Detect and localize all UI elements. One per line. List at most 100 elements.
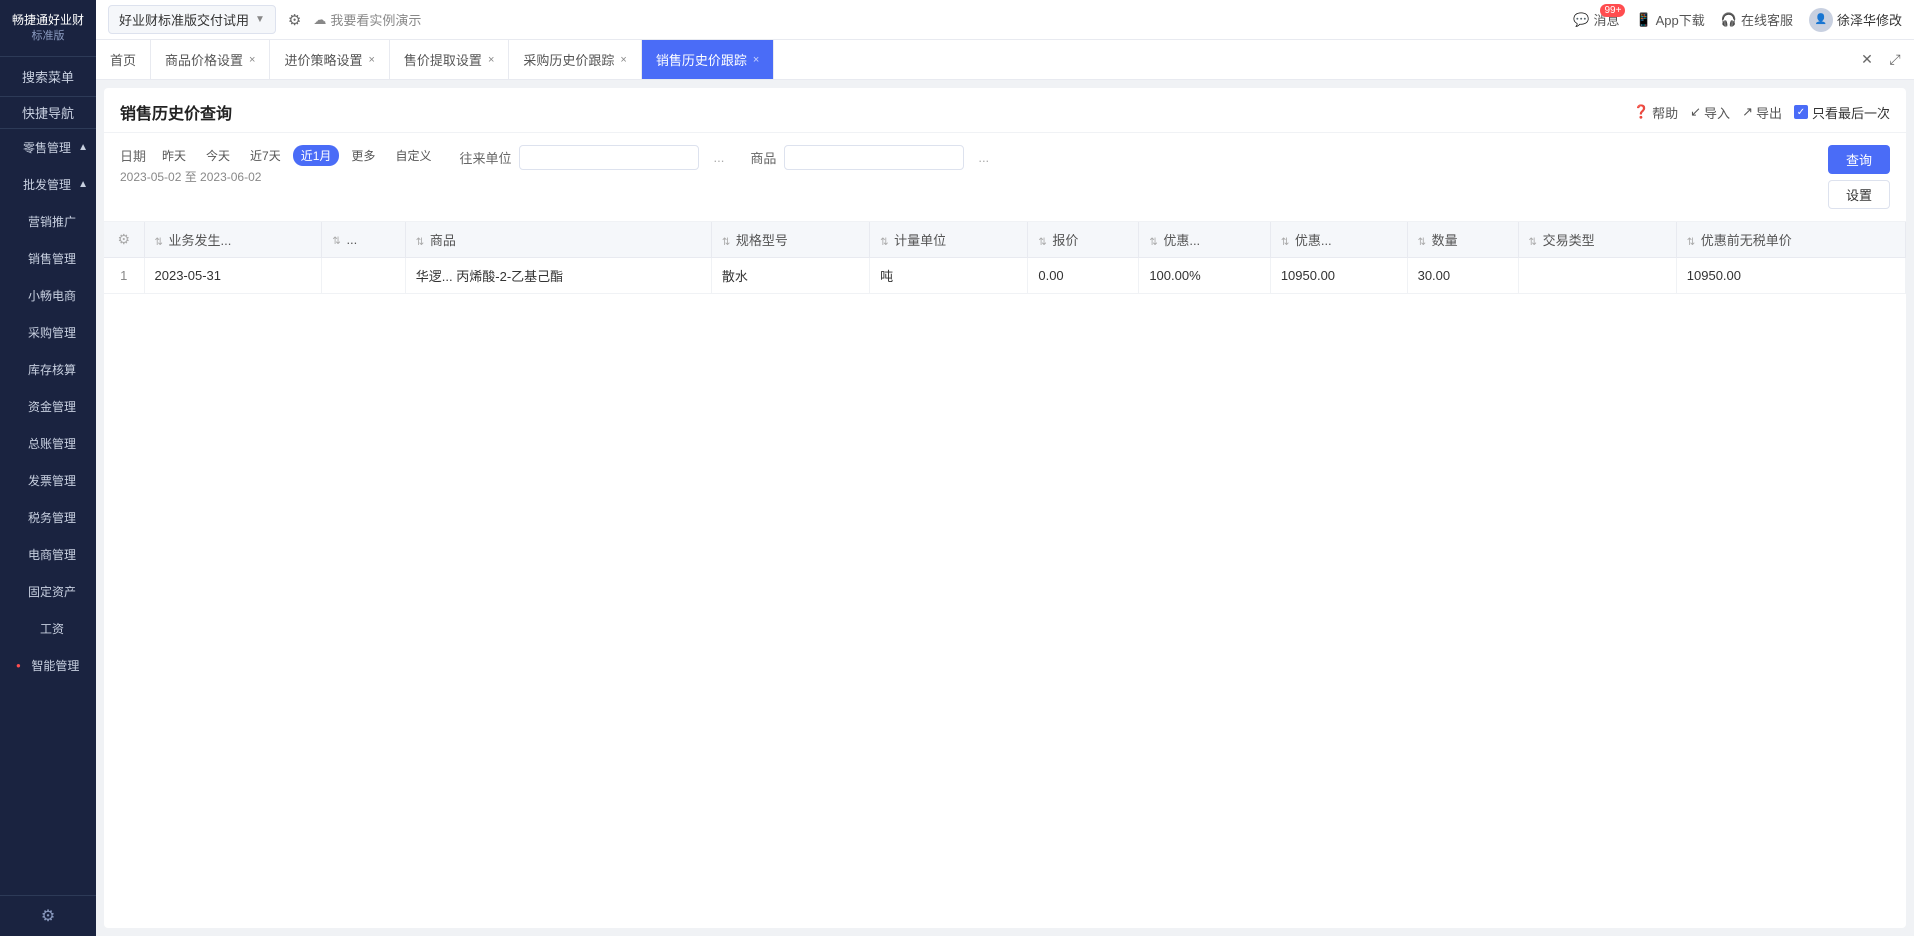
col-spec[interactable]: ⇅ 规格型号 (711, 222, 869, 258)
tab-label: 进价策略设置 (284, 50, 362, 69)
col-discount-amt[interactable]: ⇅ 优惠... (1270, 222, 1407, 258)
help-link[interactable]: ❓ 帮助 (1633, 103, 1678, 122)
sidebar-item-intelligence[interactable]: 智能管理 (0, 647, 96, 684)
sidebar-item-search[interactable]: 搜索菜单 (0, 57, 96, 97)
cell-discount-pct: 100.00% (1139, 258, 1271, 294)
sort-icon: ⇅ (1038, 237, 1046, 248)
sidebar-bottom: ⚙ (0, 895, 96, 936)
sidebar-item-invoice[interactable]: 发票管理 (0, 462, 96, 499)
sidebar-item-finance[interactable]: 资金管理 (0, 388, 96, 425)
cell-trade-type (1518, 258, 1676, 294)
col-trade-type[interactable]: ⇅ 交易类型 (1518, 222, 1676, 258)
demo-label: 我要看实例演示 (330, 10, 421, 29)
col-discount-pct[interactable]: ⇅ 优惠... (1139, 222, 1271, 258)
close-icon[interactable]: × (249, 54, 255, 66)
only-last-checkbox[interactable]: ✓ 只看最后一次 (1794, 103, 1890, 122)
chevron-icon: ▲ (78, 179, 88, 190)
col-price[interactable]: ⇅ 报价 (1028, 222, 1139, 258)
sidebar-item-inventory[interactable]: 库存核算 (0, 351, 96, 388)
message-icon: 💬 (1573, 12, 1589, 28)
date-btn-1month[interactable]: 近1月 (293, 145, 340, 166)
sort-icon: ⇅ (1418, 237, 1426, 248)
date-filter-group: 日期 昨天 今天 近7天 近1月 更多 自定义 2023-05-02 至 202… (120, 145, 439, 185)
col-biz-date[interactable]: ⇅ 业务发生... (144, 222, 322, 258)
export-link[interactable]: ↗ 导出 (1742, 103, 1782, 122)
tab-label: 商品价格设置 (165, 50, 243, 69)
tab-purchase-strategy[interactable]: 进价策略设置 × (270, 40, 389, 79)
messages-button[interactable]: 💬 消息 99+ (1573, 10, 1619, 29)
tab-product-price[interactable]: 商品价格设置 × (151, 40, 270, 79)
product-filter: 商品 ... (750, 145, 995, 170)
dropdown-arrow-icon: ▼ (255, 14, 265, 25)
date-btn-7days[interactable]: 近7天 (242, 145, 289, 166)
close-icon[interactable]: × (488, 54, 494, 66)
filter-actions: 查询 设置 (1828, 145, 1890, 209)
query-button[interactable]: 查询 (1828, 145, 1890, 174)
checkbox-icon: ✓ (1794, 105, 1808, 119)
topbar-settings-icon[interactable]: ⚙ (288, 11, 301, 29)
date-btn-today[interactable]: 今天 (198, 145, 238, 166)
user-menu[interactable]: 👤 徐泽华修改 (1809, 8, 1902, 32)
phone-icon: 📱 (1635, 12, 1651, 28)
tab-home[interactable]: 首页 (96, 40, 151, 79)
cell-spec: 散水 (711, 258, 869, 294)
demo-link[interactable]: ☁ 我要看实例演示 (313, 10, 421, 29)
sidebar-item-tax[interactable]: 税务管理 (0, 499, 96, 536)
close-icon[interactable]: × (753, 54, 759, 66)
sidebar-item-payroll[interactable]: 工资 (0, 610, 96, 647)
col-quantity[interactable]: ⇅ 数量 (1407, 222, 1518, 258)
app-download-button[interactable]: 📱 App下载 (1635, 10, 1704, 29)
module-select-label: 好业财标准版交付试用 (119, 10, 249, 29)
close-icon[interactable]: × (368, 54, 374, 66)
close-window-button[interactable]: ✕ (1856, 49, 1878, 71)
sidebar-item-marketing[interactable]: 营销推广 (0, 203, 96, 240)
sidebar-item-ecommerce[interactable]: 电商管理 (0, 536, 96, 573)
online-service-button[interactable]: 🎧 在线客服 (1721, 10, 1793, 29)
maximize-window-button[interactable]: ⤢ (1884, 49, 1906, 71)
table-row: 1 2023-05-31 华逻... 丙烯酸-2-乙基己酯 散水 吨 0.00 … (104, 258, 1906, 294)
sort-icon: ⇅ (1281, 237, 1289, 248)
col-dots[interactable]: ⇅ ... (322, 222, 405, 258)
tab-sale-price[interactable]: 售价提取设置 × (390, 40, 509, 79)
cell-biz-date: 2023-05-31 (144, 258, 322, 294)
import-icon: ↙ (1690, 104, 1701, 120)
close-icon[interactable]: × (620, 54, 626, 66)
sidebar-item-ledger[interactable]: 总账管理 (0, 425, 96, 462)
sidebar-item-sales[interactable]: 销售管理 (0, 240, 96, 277)
tab-purchase-history[interactable]: 采购历史价跟踪 × (509, 40, 641, 79)
cell-pretax-price: 10950.00 (1676, 258, 1905, 294)
sidebar-logo: 畅捷通好业财 标准版 (0, 0, 96, 57)
date-btn-custom[interactable]: 自定义 (387, 145, 439, 166)
col-pretax-price[interactable]: ⇅ 优惠前无税单价 (1676, 222, 1905, 258)
date-btn-more[interactable]: 更多 (343, 145, 383, 166)
date-range-text: 2023-05-02 至 2023-06-02 (120, 168, 439, 185)
settings-button[interactable]: 设置 (1828, 180, 1890, 209)
cell-dots (322, 258, 405, 294)
product-label: 商品 (750, 148, 776, 167)
product-input[interactable] (784, 145, 964, 170)
sort-icon: ⇅ (1687, 237, 1695, 248)
import-link[interactable]: ↙ 导入 (1690, 103, 1730, 122)
from-unit-dots[interactable]: ... (707, 148, 730, 167)
sidebar-item-procurement[interactable]: 采购管理 (0, 314, 96, 351)
col-unit[interactable]: ⇅ 计量单位 (870, 222, 1028, 258)
settings-icon[interactable]: ⚙ (0, 906, 96, 926)
sidebar-item-quicknav[interactable]: 快捷导航 (0, 97, 96, 129)
date-btn-yesterday[interactable]: 昨天 (154, 145, 194, 166)
product-dots[interactable]: ... (972, 148, 995, 167)
from-unit-input[interactable] (519, 145, 699, 170)
sidebar-item-ecommerce-small[interactable]: 小畅电商 (0, 277, 96, 314)
export-icon: ↗ (1742, 104, 1753, 120)
chevron-icon: ▲ (78, 142, 88, 153)
module-select[interactable]: 好业财标准版交付试用 ▼ (108, 5, 276, 34)
sidebar-item-retail[interactable]: 零售管理 ▲ (0, 129, 96, 166)
sidebar-item-fixedassets[interactable]: 固定资产 (0, 573, 96, 610)
sidebar-item-wholesale[interactable]: 批发管理 ▲ (0, 166, 96, 203)
online-service-label: 在线客服 (1741, 10, 1793, 29)
cell-no: 1 (104, 258, 144, 294)
col-product[interactable]: ⇅ 商品 (405, 222, 711, 258)
tab-sales-history[interactable]: 销售历史价跟踪 × (642, 40, 774, 79)
col-settings[interactable]: ⚙ (104, 222, 144, 258)
only-last-label: 只看最后一次 (1812, 103, 1890, 122)
sort-icon: ⇅ (416, 237, 424, 248)
